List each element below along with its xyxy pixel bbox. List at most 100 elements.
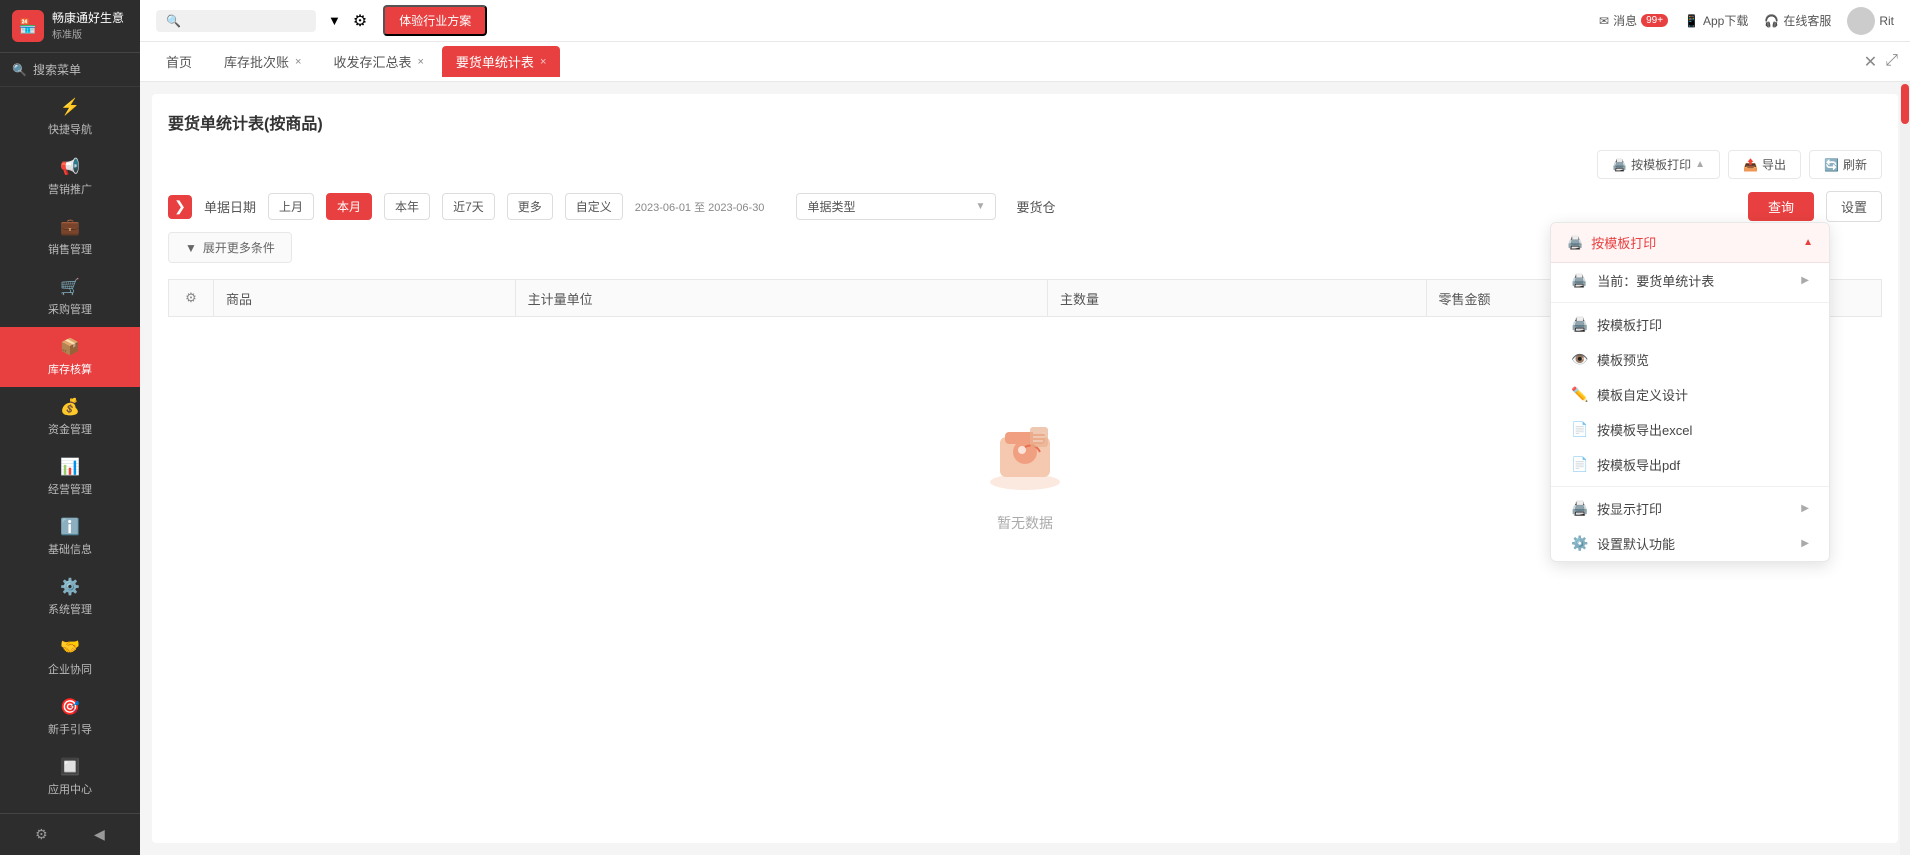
dropdown-sub-item-display-print[interactable]: 🖨️ 按显示打印 ▶ (1551, 491, 1829, 526)
expand-more-btn[interactable]: ▼ 展开更多条件 (168, 232, 292, 263)
sidebar: 🏪 畅康通好生意 标准版 🔍 搜索菜单 ⚡ 快捷导航 📢 营销推广 💼 销售管理… (0, 0, 140, 855)
dropdown-item-template-export-pdf[interactable]: 📄 按模板导出pdf (1551, 447, 1829, 482)
tab-home[interactable]: 首页 (152, 46, 206, 77)
header-gear-icon[interactable]: ⚙ (353, 11, 367, 31)
guide-icon: 🎯 (60, 697, 80, 717)
tab-window-controls: ✕ ⤢ (1864, 52, 1898, 72)
app-name-block: 畅康通好生意 标准版 (52, 11, 124, 42)
dropdown-current-item[interactable]: 🖨️ 当前：要货单统计表 ▶ (1551, 263, 1829, 298)
filter-expand-btn[interactable]: ❯ (168, 195, 192, 219)
tab-home-label: 首页 (166, 52, 192, 71)
sidebar-item-label: 基础信息 (48, 541, 92, 557)
set-default-label: 设置默认功能 (1597, 534, 1675, 553)
query-btn[interactable]: 查询 (1748, 192, 1814, 221)
export-icon: 📤 (1743, 158, 1758, 172)
message-item[interactable]: ✉ 消息 99+ (1599, 12, 1668, 29)
empty-state-illustration (975, 397, 1075, 497)
dropdown-close-arrow[interactable]: ▲ (1803, 237, 1813, 248)
sidebar-search[interactable]: 🔍 搜索菜单 (0, 53, 140, 87)
template-preview-icon: 👁️ (1571, 351, 1587, 368)
date-btn-prev[interactable]: 上月 (268, 193, 314, 220)
sidebar-toggle-icon[interactable]: ◀ (94, 826, 105, 843)
date-range: 2023-06-01 至 2023-06-30 (635, 199, 765, 215)
sidebar-item-apps[interactable]: 🔲 应用中心 (0, 747, 140, 807)
main-area: 🔍 ▼ ⚙ 体验行业方案 ✉ 消息 99+ 📱 App下载 🎧 在线客服 Rit (140, 0, 1910, 855)
sidebar-item-purchase[interactable]: 🛒 采购管理 (0, 267, 140, 327)
dropdown-header[interactable]: 🖨️ 按模板打印 ▲ (1551, 223, 1829, 263)
app-download-icon: 📱 (1684, 14, 1699, 28)
expand-window-icon[interactable]: ⤢ (1885, 52, 1898, 72)
search-icon: 🔍 (12, 63, 27, 77)
settings-btn-label: 设置 (1841, 200, 1867, 215)
dropdown-item-template-print[interactable]: 🖨️ 按模板打印 (1551, 307, 1829, 342)
basics-icon: ℹ️ (60, 517, 80, 537)
col-product-label: 商品 (226, 292, 252, 307)
date-btn-year[interactable]: 本年 (384, 193, 430, 220)
dropdown-sub-item-set-default[interactable]: ⚙️ 设置默认功能 ▶ (1551, 526, 1829, 561)
header-search-bar[interactable]: 🔍 (156, 10, 316, 32)
app-download-item[interactable]: 📱 App下载 (1684, 12, 1748, 29)
page-title: 要货单统计表(按商品) (168, 110, 1882, 134)
dropdown-item-template-design[interactable]: ✏️ 模板自定义设计 (1551, 377, 1829, 412)
online-service-item[interactable]: 🎧 在线客服 (1764, 12, 1831, 29)
user-name: Rit (1879, 14, 1894, 28)
sidebar-item-finance[interactable]: 💰 资金管理 (0, 387, 140, 447)
col-unit: 主计量单位 (515, 280, 1047, 317)
tab-close-inventory-batch[interactable]: × (295, 56, 301, 68)
sidebar-item-label: 采购管理 (48, 301, 92, 317)
print-btn-label: 按模板打印 (1631, 156, 1691, 173)
cargo-label: 要货仓 (1016, 197, 1055, 216)
settings-btn[interactable]: 设置 (1826, 191, 1882, 222)
date-btn-more[interactable]: 更多 (507, 193, 553, 220)
tab-close-receipt-summary[interactable]: × (417, 56, 423, 68)
sidebar-item-inventory[interactable]: 📦 库存核算 (0, 327, 140, 387)
export-btn[interactable]: 📤 导出 (1728, 150, 1801, 179)
date-btn-current[interactable]: 本月 (326, 193, 372, 220)
set-default-arrow: ▶ (1801, 538, 1809, 549)
display-print-label: 按显示打印 (1597, 499, 1662, 518)
sidebar-settings-icon[interactable]: ⚙ (35, 826, 48, 843)
sidebar-item-marketing[interactable]: 📢 营销推广 (0, 147, 140, 207)
dropdown-item-template-export-excel[interactable]: 📄 按模板导出excel (1551, 412, 1829, 447)
sidebar-item-basics[interactable]: ℹ️ 基础信息 (0, 507, 140, 567)
sidebar-item-system[interactable]: ⚙️ 系统管理 (0, 567, 140, 627)
tabs-bar: 首页 库存批次账 × 收发存汇总表 × 要货单统计表 × ✕ ⤢ (140, 42, 1910, 82)
app-download-label: App下载 (1703, 12, 1748, 29)
sidebar-item-operations[interactable]: 📊 经营管理 (0, 447, 140, 507)
trial-btn[interactable]: 体验行业方案 (383, 5, 487, 36)
current-label: 当前：要货单统计表 (1597, 271, 1714, 290)
tab-receipt-summary[interactable]: 收发存汇总表 × (319, 46, 437, 77)
close-window-icon[interactable]: ✕ (1864, 52, 1877, 72)
date-btn-custom[interactable]: 自定义 (565, 193, 623, 220)
message-label: 消息 (1613, 12, 1637, 29)
system-icon: ⚙️ (60, 577, 80, 597)
date-btn-week7[interactable]: 近7天 (442, 193, 495, 220)
finance-icon: 💰 (60, 397, 80, 417)
refresh-btn[interactable]: 🔄 刷新 (1809, 150, 1882, 179)
divider-1 (1551, 302, 1829, 303)
tab-order-stats[interactable]: 要货单统计表 × (442, 46, 560, 77)
dropdown-item-template-preview[interactable]: 👁️ 模板预览 (1551, 342, 1829, 377)
right-scrollbar[interactable] (1900, 82, 1910, 855)
sub-left-display: 🖨️ 按显示打印 (1571, 499, 1662, 518)
sidebar-item-quick-nav[interactable]: ⚡ 快捷导航 (0, 87, 140, 147)
tab-inventory-batch[interactable]: 库存批次账 × (210, 46, 315, 77)
marketing-icon: 📢 (60, 157, 80, 177)
user-avatar-item[interactable]: Rit (1847, 7, 1894, 35)
refresh-btn-label: 刷新 (1843, 156, 1867, 173)
tab-close-order-stats[interactable]: × (540, 56, 546, 68)
print-btn[interactable]: 🖨️ 按模板打印 ▲ (1597, 150, 1720, 179)
refresh-icon: 🔄 (1824, 158, 1839, 172)
sidebar-item-enterprise[interactable]: 🤝 企业协同 (0, 627, 140, 687)
tab-label: 要货单统计表 (456, 52, 534, 71)
type-filter-select[interactable]: 单据类型 ▼ (796, 193, 996, 220)
current-icon: 🖨️ (1571, 273, 1587, 289)
sidebar-item-sales[interactable]: 💼 销售管理 (0, 207, 140, 267)
sidebar-item-guide[interactable]: 🎯 新手引导 (0, 687, 140, 747)
header-dropdown-arrow[interactable]: ▼ (328, 13, 341, 28)
empty-state-text: 暂无数据 (997, 513, 1053, 533)
template-design-label: 模板自定义设计 (1597, 385, 1688, 404)
table-settings-icon[interactable]: ⚙ (181, 288, 201, 308)
expand-more-icon: ▼ (185, 241, 197, 255)
col-amount-label: 零售金额 (1439, 292, 1491, 307)
